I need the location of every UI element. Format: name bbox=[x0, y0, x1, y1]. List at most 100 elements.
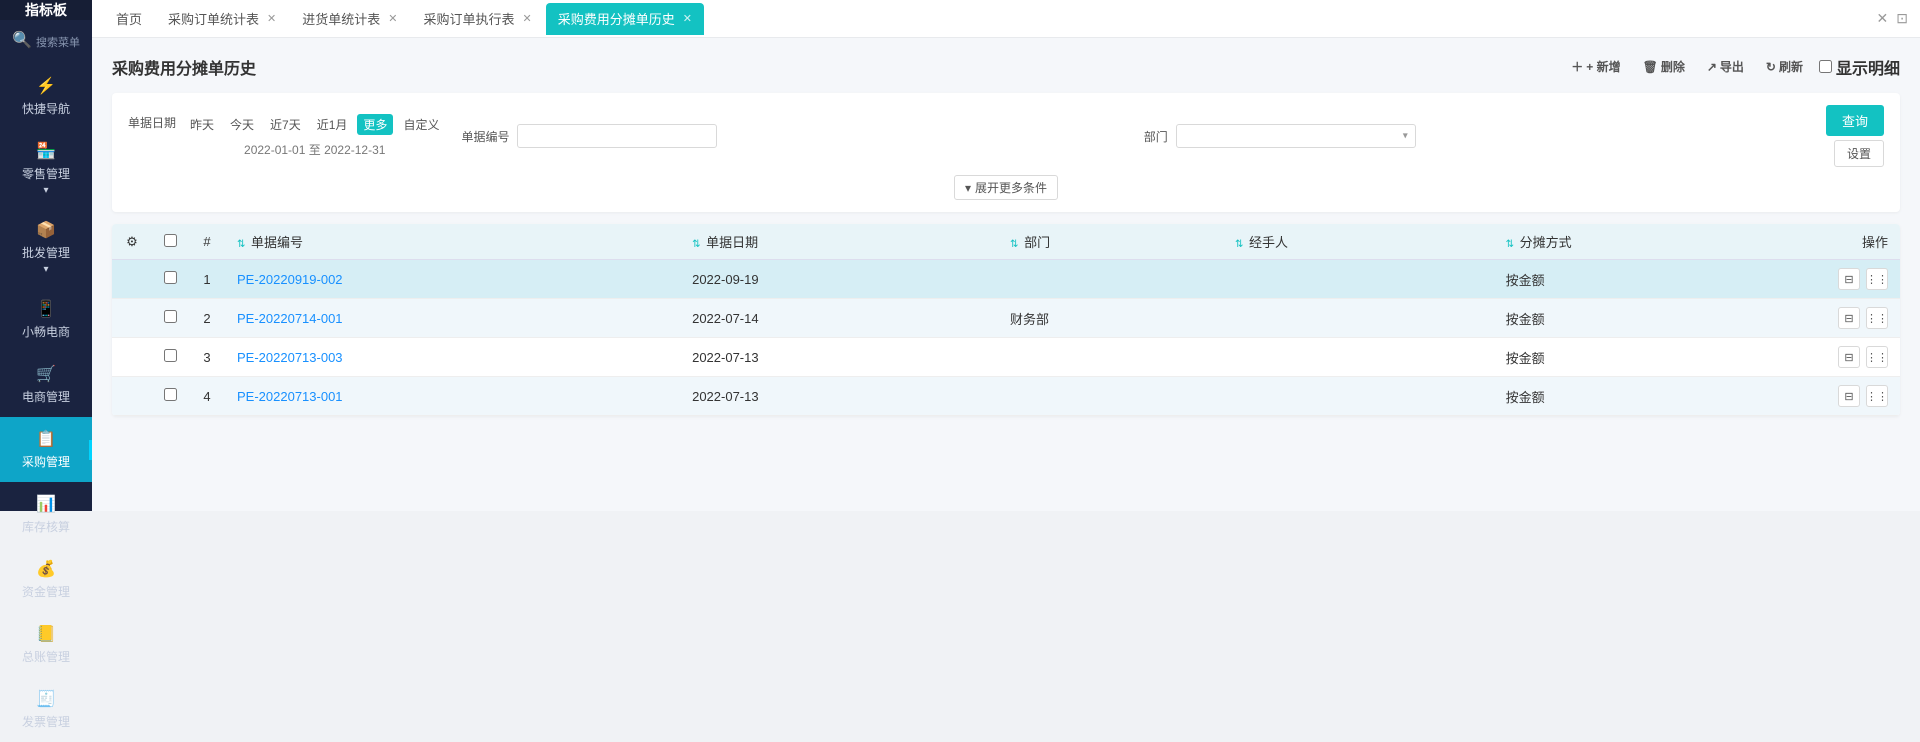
table-row: 2 PE-20220714-001 2022-07-14 财务部 按金额 ⊟ ⋮… bbox=[112, 299, 1900, 338]
tab-incoming-stats-close[interactable]: ✕ bbox=[388, 12, 397, 25]
sidebar-item-mini-label: 小畅电商 bbox=[8, 323, 84, 340]
tab-purchase-order-stats[interactable]: 采购订单统计表 ✕ bbox=[156, 3, 288, 35]
main-content: 首页 采购订单统计表 ✕ 进货单统计表 ✕ 采购订单执行表 ✕ 采购费用分摊单历… bbox=[92, 0, 1920, 511]
sidebar-item-mini[interactable]: 📱 小畅电商 bbox=[0, 287, 92, 352]
td-dept-1 bbox=[998, 260, 1223, 299]
more-btn-3[interactable]: ⋮⋮ bbox=[1866, 346, 1888, 368]
sidebar-item-search[interactable]: 🔍 搜索菜单 bbox=[0, 20, 92, 64]
search-icon: 🔍 bbox=[12, 30, 32, 50]
td-checkbox-2 bbox=[152, 299, 189, 338]
th-handler[interactable]: ⇅ 经手人 bbox=[1223, 224, 1494, 260]
filter-row: 单据日期 昨天 今天 近7天 近1月 更多 自定义 2022-01-01 至 2… bbox=[128, 105, 1884, 167]
view-btn-4[interactable]: ⊟ bbox=[1838, 385, 1860, 407]
order-no-link-1[interactable]: PE-20220919-002 bbox=[237, 272, 343, 287]
tab-purchase-cost-history[interactable]: 采购费用分摊单历史 ✕ bbox=[546, 3, 704, 35]
view-btn-1[interactable]: ⊟ bbox=[1838, 268, 1860, 290]
th-dept[interactable]: ⇅ 部门 bbox=[998, 224, 1223, 260]
tab-incoming-stats[interactable]: 进货单统计表 ✕ bbox=[290, 3, 409, 35]
tab-home[interactable]: 首页 bbox=[104, 3, 154, 35]
sidebar-item-invoice-label: 发票管理 bbox=[8, 713, 84, 730]
view-btn-2[interactable]: ⊟ bbox=[1838, 307, 1860, 329]
order-no-link-3[interactable]: PE-20220713-003 bbox=[237, 350, 343, 365]
tab-purchase-order-exec-close[interactable]: ✕ bbox=[523, 12, 532, 25]
date-btn-yesterday[interactable]: 昨天 bbox=[184, 114, 220, 135]
more-btn-1[interactable]: ⋮⋮ bbox=[1866, 268, 1888, 290]
td-num-4: 4 bbox=[189, 377, 225, 416]
content-area: 采购费用分摊单历史 ＋ + 新增 🗑 删除 ↗ 导出 ↻ 刷新 bbox=[92, 38, 1920, 511]
sidebar-item-ecom-label: 电商管理 bbox=[8, 388, 84, 405]
dept-input[interactable] bbox=[1176, 124, 1416, 148]
add-button[interactable]: ＋ + 新增 bbox=[1565, 54, 1626, 79]
date-btn-custom[interactable]: 自定义 bbox=[397, 114, 445, 135]
th-order-no[interactable]: ⇅ 单据编号 bbox=[225, 224, 680, 260]
close-window-icon[interactable]: ✕ bbox=[1877, 10, 1889, 27]
sidebar-item-inventory[interactable]: 📊 库存核算 bbox=[0, 482, 92, 547]
show-columns-checkbox[interactable] bbox=[1819, 60, 1832, 73]
sort-icon-dept: ⇅ bbox=[1010, 239, 1018, 250]
more-btn-2[interactable]: ⋮⋮ bbox=[1866, 307, 1888, 329]
order-number-filter-group: 单据编号 bbox=[461, 124, 1127, 148]
row-checkbox-1[interactable] bbox=[164, 271, 177, 284]
shortcut-icon: ⚡ bbox=[8, 76, 84, 96]
date-btn-7days[interactable]: 近7天 bbox=[264, 114, 307, 135]
date-btn-more[interactable]: 更多 bbox=[357, 114, 393, 135]
view-btn-3[interactable]: ⊟ bbox=[1838, 346, 1860, 368]
row-checkbox-3[interactable] bbox=[164, 349, 177, 362]
order-no-link-4[interactable]: PE-20220713-001 bbox=[237, 389, 343, 404]
table-header-row: ⚙ # ⇅ 单据编号 ⇅ 单据日期 bbox=[112, 224, 1900, 260]
mini-icon: 📱 bbox=[8, 299, 84, 319]
sort-icon-handler: ⇅ bbox=[1235, 239, 1243, 250]
th-num: # bbox=[189, 224, 225, 260]
td-actions-3: ⊟ ⋮⋮ bbox=[1810, 338, 1900, 377]
tab-purchase-cost-history-close[interactable]: ✕ bbox=[683, 12, 692, 25]
th-settings[interactable]: ⚙ bbox=[112, 224, 152, 260]
sidebar-item-wholesale-label: 批发管理 bbox=[8, 244, 84, 261]
date-btn-today[interactable]: 今天 bbox=[224, 114, 260, 135]
tab-purchase-order-stats-close[interactable]: ✕ bbox=[267, 12, 276, 25]
sidebar-item-shortcut-label: 快捷导航 bbox=[8, 100, 84, 117]
table-row: 1 PE-20220919-002 2022-09-19 按金额 ⊟ ⋮⋮ bbox=[112, 260, 1900, 299]
order-no-link-2[interactable]: PE-20220714-001 bbox=[237, 311, 343, 326]
refresh-label: 刷新 bbox=[1779, 58, 1803, 75]
th-split-method[interactable]: ⇅ 分摊方式 bbox=[1494, 224, 1810, 260]
refresh-button[interactable]: ↻ 刷新 bbox=[1760, 54, 1809, 79]
query-button[interactable]: 查询 bbox=[1826, 105, 1884, 136]
sidebar-item-wholesale[interactable]: 📦 批发管理 ▾ bbox=[0, 208, 92, 287]
sidebar-item-shortcut[interactable]: ⚡ 快捷导航 bbox=[0, 64, 92, 129]
th-split-method-label: 分摊方式 bbox=[1520, 235, 1572, 250]
td-num-3: 3 bbox=[189, 338, 225, 377]
td-checkbox-4 bbox=[152, 377, 189, 416]
date-btn-1month[interactable]: 近1月 bbox=[311, 114, 354, 135]
export-button[interactable]: ↗ 导出 bbox=[1701, 54, 1750, 79]
order-number-input[interactable] bbox=[517, 124, 717, 148]
th-date[interactable]: ⇅ 单据日期 bbox=[680, 224, 998, 260]
sidebar-item-retail[interactable]: 🏪 零售管理 ▾ bbox=[0, 129, 92, 208]
sidebar-item-invoice[interactable]: 🧾 发票管理 bbox=[0, 677, 92, 742]
export-icon: ↗ bbox=[1707, 60, 1717, 74]
tab-incoming-stats-label: 进货单统计表 bbox=[302, 9, 380, 28]
sidebar-item-finance[interactable]: 💰 资金管理 bbox=[0, 547, 92, 612]
show-columns-label: 显示明细 bbox=[1836, 55, 1900, 79]
select-all-checkbox[interactable] bbox=[164, 234, 177, 247]
tab-purchase-order-exec[interactable]: 采购订单执行表 ✕ bbox=[411, 3, 543, 35]
row-checkbox-2[interactable] bbox=[164, 310, 177, 323]
sidebar-item-ledger-label: 总账管理 bbox=[8, 648, 84, 665]
row-checkbox-4[interactable] bbox=[164, 388, 177, 401]
sort-icon-date: ⇅ bbox=[692, 239, 700, 250]
tab-bar-right: ✕ ⊡ bbox=[1877, 10, 1908, 27]
export-label: 导出 bbox=[1720, 58, 1744, 75]
td-actions-2: ⊟ ⋮⋮ bbox=[1810, 299, 1900, 338]
expand-conditions-button[interactable]: ▾ 展开更多条件 bbox=[954, 175, 1058, 200]
td-dept-2: 财务部 bbox=[998, 299, 1223, 338]
date-filter-group: 单据日期 昨天 今天 近7天 近1月 更多 自定义 2022-01-01 至 2… bbox=[128, 114, 445, 158]
maximize-icon[interactable]: ⊡ bbox=[1896, 10, 1908, 27]
more-btn-4[interactable]: ⋮⋮ bbox=[1866, 385, 1888, 407]
sidebar-item-ecom[interactable]: 🛒 电商管理 bbox=[0, 352, 92, 417]
td-order-no-4: PE-20220713-001 bbox=[225, 377, 680, 416]
show-columns-group: 显示明细 bbox=[1819, 55, 1900, 79]
sidebar-item-ledger[interactable]: 📒 总账管理 bbox=[0, 612, 92, 677]
sidebar-item-purchase[interactable]: 📋 采购管理 bbox=[0, 417, 92, 482]
delete-button[interactable]: 🗑 删除 bbox=[1637, 54, 1691, 79]
sidebar-item-retail-label: 零售管理 bbox=[8, 165, 84, 182]
settings-button[interactable]: 设置 bbox=[1834, 140, 1884, 167]
